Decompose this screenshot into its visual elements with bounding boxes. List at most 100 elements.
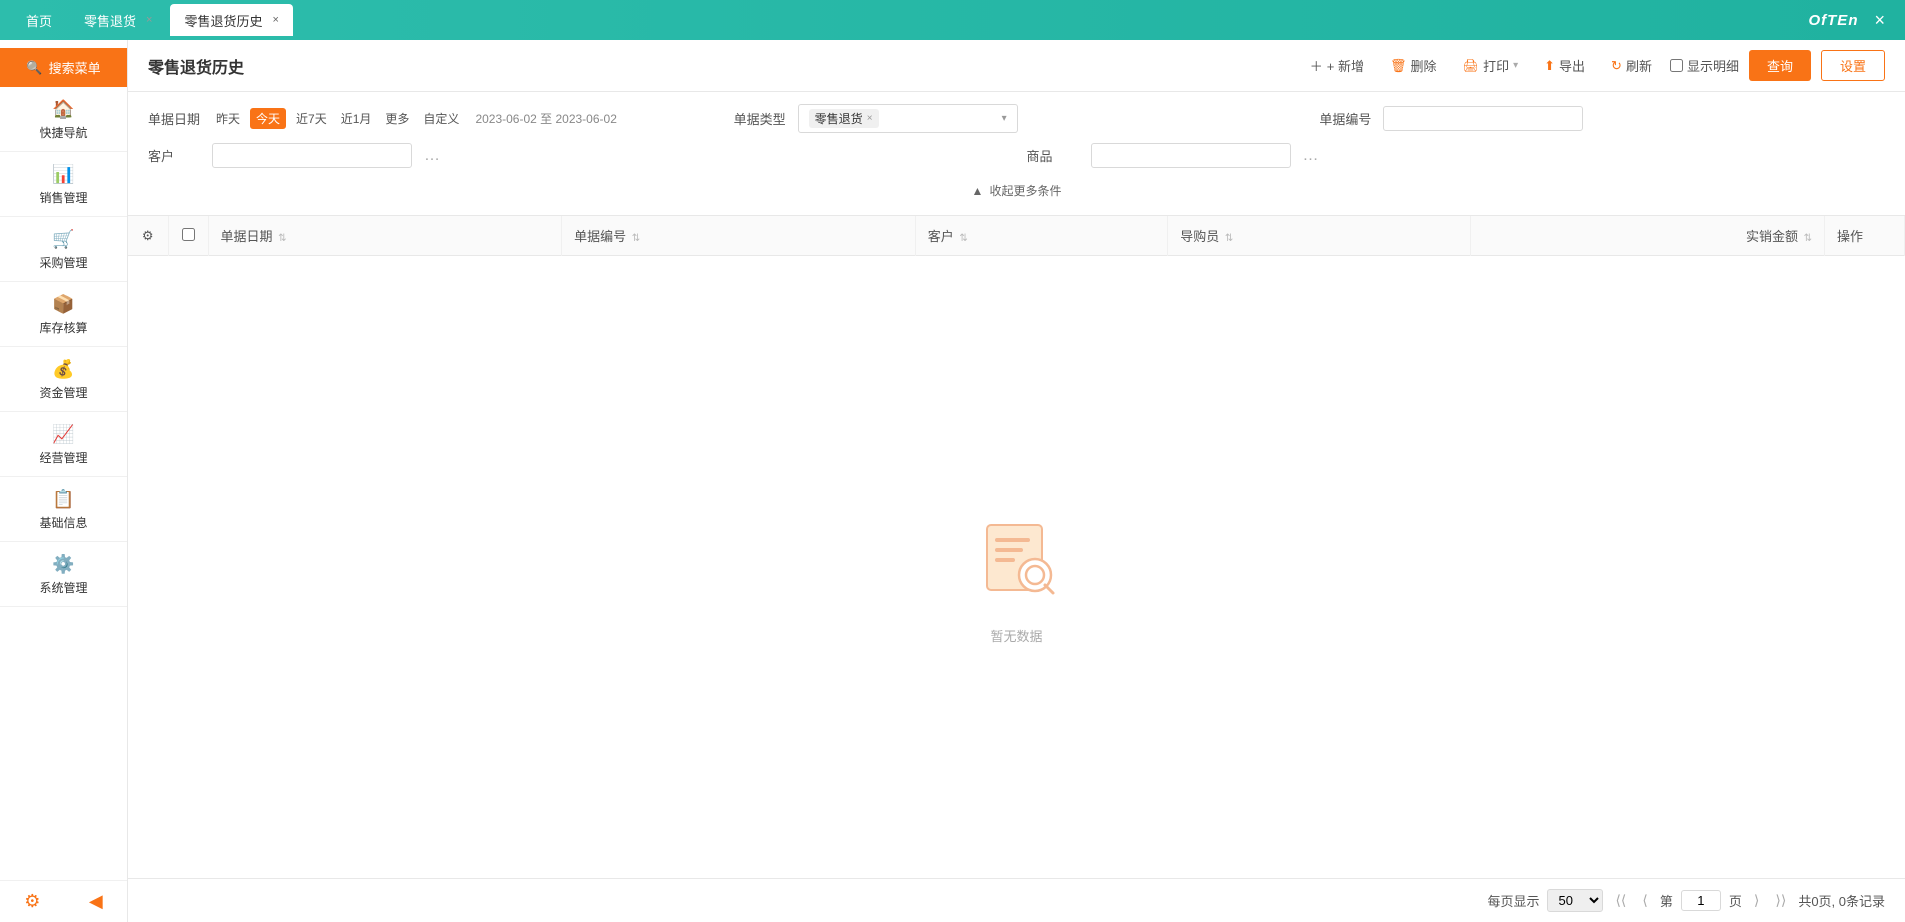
th-no: 单据编号 ⇅ [562,216,916,256]
date-opt-yesterday[interactable]: 昨天 [212,108,244,129]
quick-nav-icon: 🏠 [52,99,74,120]
page-next-icon[interactable]: ⟩ [1750,890,1763,911]
customer-label: 客户 [148,146,204,165]
customer-input[interactable] [212,143,412,168]
close-tab-history[interactable]: × [272,14,278,26]
gear-icon[interactable]: ⚙ [142,228,154,243]
search-icon: 🔍 [26,60,42,76]
filter-area: 单据日期 昨天 今天 近7天 近1月 更多 自定义 2023-06-02 至 2… [128,92,1905,216]
delete-button-label: 删除 [1411,56,1437,75]
page-last-icon[interactable]: ⟩⟩ [1771,890,1790,911]
date-opt-7days[interactable]: 近7天 [292,108,331,129]
sidebar-item-quick-nav[interactable]: 🏠 快捷导航 [0,87,127,152]
date-opt-custom[interactable]: 自定义 [419,108,463,129]
date-options: 昨天 今天 近7天 近1月 更多 自定义 [212,108,463,129]
sidebar-item-inventory[interactable]: 📦 库存核算 [0,282,127,347]
filter-row-1: 单据日期 昨天 今天 近7天 近1月 更多 自定义 2023-06-02 至 2… [148,104,1885,133]
pagination: 每页显示 50 10 20 100 ⟨⟨ ⟨ 第 页 ⟩ ⟩⟩ 共0页, 0条记… [128,878,1905,922]
window-close-button[interactable]: × [1866,10,1893,31]
tab-home[interactable]: 首页 [12,4,66,36]
sidebar-item-purchase-mgmt[interactable]: 🛒 采购管理 [0,217,127,282]
brand-text: OfTEn [1808,12,1858,29]
inventory-icon: 📦 [52,294,74,315]
refresh-button[interactable]: ↻ 刷新 [1603,52,1660,79]
customer-dots[interactable]: … [424,147,440,165]
sidebar: 🔍 搜索菜单 🏠 快捷导航 📊 销售管理 🛒 采购管理 📦 库存核算 💰 资金管… [0,40,128,922]
tab-retail-return[interactable]: 零售退货 × [70,4,166,36]
th-settings: ⚙ [128,216,168,256]
sidebar-search-label: 搜索菜单 [49,58,101,77]
collapse-bar[interactable]: ▲ 收起更多条件 [148,178,1885,207]
sidebar-search[interactable]: 🔍 搜索菜单 [0,48,127,87]
voucher-type-tag: 零售退货 × [809,109,879,128]
th-checkbox [168,216,208,256]
sidebar-item-sales-label: 销售管理 [39,189,87,206]
print-button-label: 打印 [1483,56,1509,75]
date-sort-icon[interactable]: ⇅ [278,233,286,244]
date-opt-today[interactable]: 今天 [250,108,286,129]
empty-state: 暂无数据 [128,256,1905,878]
collapse-sidebar-icon[interactable]: ◀ [89,891,103,912]
date-filter-label: 单据日期 [148,109,204,128]
page-number-input[interactable] [1681,890,1721,911]
no-sort-icon[interactable]: ⇅ [632,233,640,244]
date-opt-more[interactable]: 更多 [381,108,413,129]
system-icon: ⚙️ [52,554,74,575]
refresh-icon: ↻ [1611,58,1622,74]
date-range-display: 2023-06-02 至 2023-06-02 [475,110,616,127]
topbar: 首页 零售退货 × 零售退货历史 × OfTEn × [0,0,1905,40]
select-all-checkbox[interactable] [182,228,195,241]
page-suffix: 页 [1729,891,1742,910]
show-detail-label: 显示明细 [1687,56,1739,75]
sidebar-item-finance[interactable]: 💰 资金管理 [0,347,127,412]
query-button[interactable]: 查询 [1749,50,1811,81]
tab-retail-return-history[interactable]: 零售退货历史 × [170,4,292,36]
sidebar-item-operation[interactable]: 📈 经营管理 [0,412,127,477]
empty-state-icon [967,510,1067,610]
goods-label: 商品 [1027,146,1083,165]
date-opt-1month[interactable]: 近1月 [337,108,376,129]
per-page-select[interactable]: 50 10 20 100 [1547,889,1603,912]
voucher-type-remove[interactable]: × [867,113,873,124]
guide-sort-icon[interactable]: ⇅ [1225,233,1233,244]
plus-icon: ＋ [1310,56,1323,75]
page-first-icon[interactable]: ⟨⟨ [1611,890,1630,911]
th-no-label: 单据编号 [574,229,626,244]
data-table: ⚙ 单据日期 ⇅ 单据编号 ⇅ [128,216,1905,256]
new-button[interactable]: ＋ + 新增 [1302,52,1372,79]
th-amount-label: 实销金额 [1746,229,1798,244]
sidebar-item-basic-info[interactable]: 📋 基础信息 [0,477,127,542]
goods-filter-group: 商品 … [1027,143,1886,168]
export-button-label: 导出 [1559,56,1585,75]
setting-button[interactable]: 设置 [1821,50,1885,81]
sidebar-item-purchase-label: 采购管理 [39,254,87,271]
show-detail-checkbox[interactable] [1670,59,1683,72]
goods-dots[interactable]: … [1303,147,1319,165]
print-button[interactable]: 🖨 打印 ▾ [1455,52,1527,79]
customer-sort-icon[interactable]: ⇅ [959,233,967,244]
settings-footer-icon[interactable]: ⚙ [24,891,40,912]
page-prev-icon[interactable]: ⟨ [1638,890,1651,911]
page-label: 第 [1660,891,1673,910]
export-button[interactable]: ⬆ 导出 [1536,52,1593,79]
sidebar-item-sales-mgmt[interactable]: 📊 销售管理 [0,152,127,217]
sidebar-item-system[interactable]: ⚙️ 系统管理 [0,542,127,607]
sidebar-item-quick-nav-label: 快捷导航 [39,124,87,141]
goods-input[interactable] [1091,143,1291,168]
th-guide: 导购员 ⇅ [1168,216,1471,256]
close-tab-retail-return[interactable]: × [146,14,152,26]
amount-sort-icon[interactable]: ⇅ [1804,233,1812,244]
show-detail-checkbox-label[interactable]: 显示明细 [1670,56,1739,75]
voucher-type-select[interactable]: 零售退货 × ▾ [798,104,1018,133]
delete-button[interactable]: 🗑 删除 [1382,52,1445,79]
topbar-right: OfTEn × [1808,10,1893,31]
table-header-row: ⚙ 单据日期 ⇅ 单据编号 ⇅ [128,216,1905,256]
finance-icon: 💰 [52,359,74,380]
main-content: 零售退货历史 ＋ + 新增 🗑 删除 🖨 打印 ▾ ⬆ 导出 [128,40,1905,922]
sales-icon: 📊 [52,164,74,185]
th-amount: 实销金额 ⇅ [1471,216,1825,256]
basic-info-icon: 📋 [52,489,74,510]
page-header: 零售退货历史 ＋ + 新增 🗑 删除 🖨 打印 ▾ ⬆ 导出 [128,40,1905,92]
voucher-no-input[interactable] [1383,106,1583,131]
per-page-label: 每页显示 [1487,891,1539,910]
